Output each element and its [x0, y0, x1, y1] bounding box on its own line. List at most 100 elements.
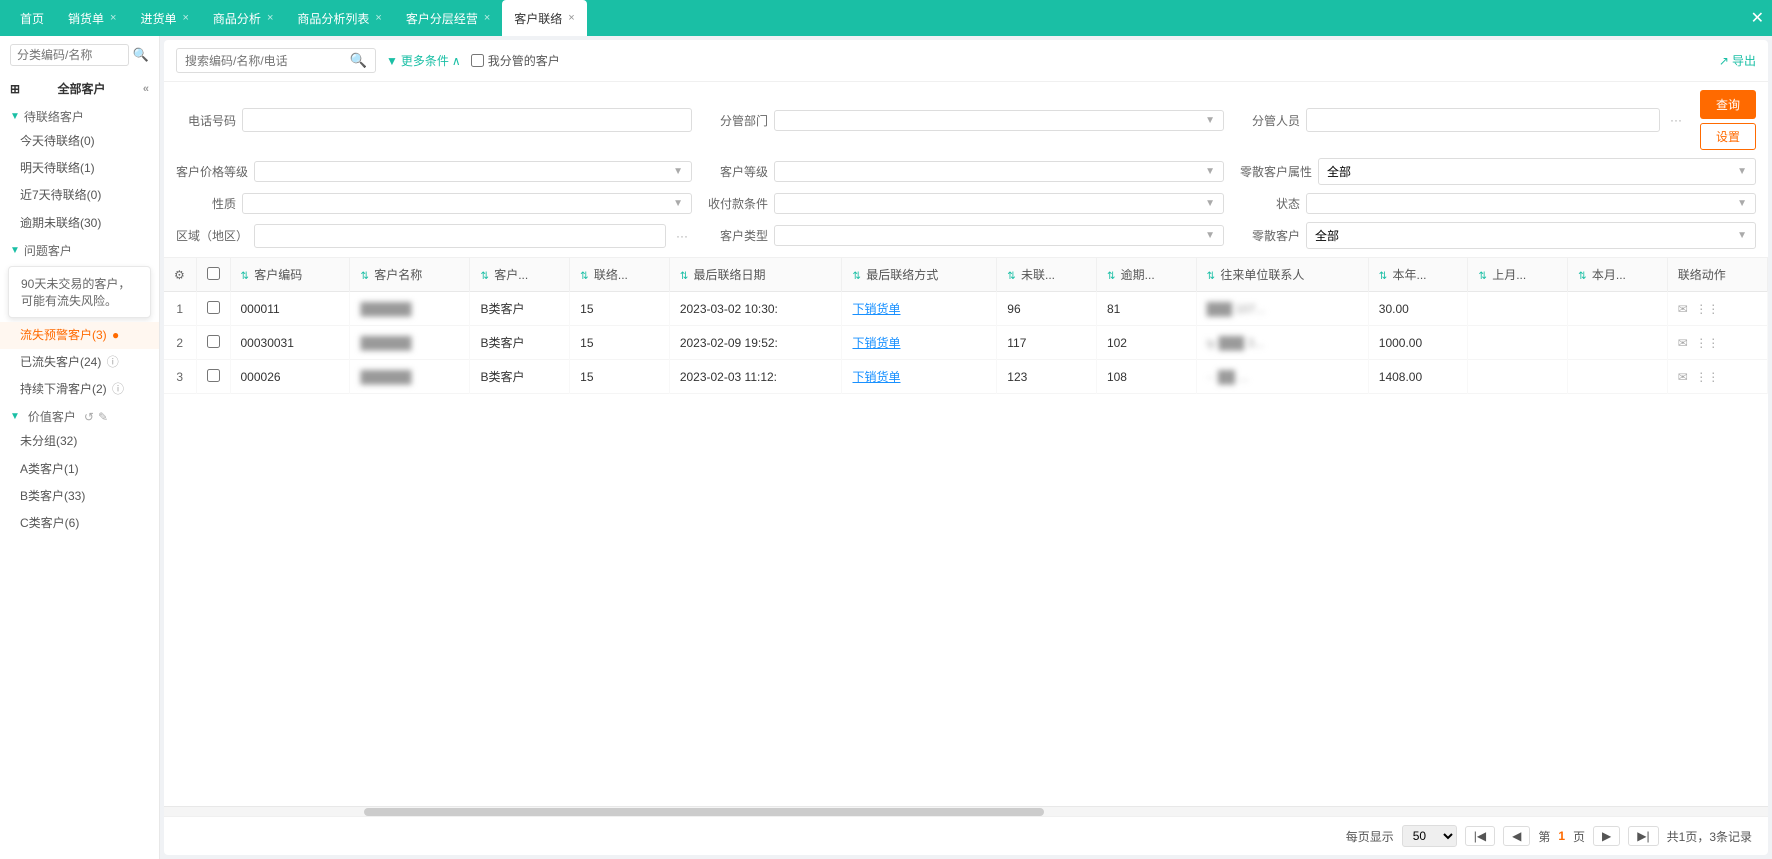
tab-product-analysis[interactable]: 商品分析 × — [201, 0, 285, 36]
sidebar-item-ungroup[interactable]: 未分组(32) — [0, 428, 159, 455]
th-last-contact-date[interactable]: ⇅ 最后联络日期 — [669, 258, 842, 292]
row-last-method[interactable]: 下销货单 — [842, 360, 997, 394]
tab-product-list-close[interactable]: × — [375, 12, 381, 24]
sidebar-item-churn-warning[interactable]: 流失预警客户(3) ● — [0, 322, 159, 349]
th-no-contact-days[interactable]: ⇅ 未联... — [997, 258, 1097, 292]
th-contact-count[interactable]: ⇅ 联络... — [570, 258, 670, 292]
sidebar-group-value[interactable]: ▼ 价值客户 ↺ ✎ — [0, 403, 159, 428]
more-actions-icon[interactable]: ⋮⋮ — [1695, 336, 1719, 350]
payment-label: 收付款条件 — [708, 195, 768, 212]
first-page-button[interactable]: |◀ — [1465, 826, 1495, 846]
customer-level-select[interactable]: ▼ — [774, 161, 1224, 182]
more-actions-icon[interactable]: ⋮⋮ — [1695, 302, 1719, 316]
more-conditions-button[interactable]: ▼ 更多条件 ∧ — [386, 52, 461, 69]
region-dots[interactable]: ··· — [672, 229, 692, 243]
th-last-contact-method[interactable]: ⇅ 最后联络方式 — [842, 258, 997, 292]
sidebar-all-customers[interactable]: ⊞ 全部客户 « — [0, 74, 159, 103]
sidebar-item-tomorrow-pending[interactable]: 明天待联络(1) — [0, 155, 159, 182]
last-method-link[interactable]: 下销货单 — [852, 370, 900, 384]
th-type[interactable]: ⇅ 客户... — [470, 258, 570, 292]
zero-attr-arrow: ▼ — [1737, 166, 1747, 177]
tab-customer-contact-close[interactable]: × — [568, 12, 574, 24]
select-all-checkbox[interactable] — [207, 267, 220, 280]
sidebar-item-churned[interactable]: 已流失客户(24) ⓘ — [0, 349, 159, 376]
zero-attr-select[interactable]: 全部 ▼ — [1318, 158, 1756, 185]
prev-page-button[interactable]: ◀ — [1503, 826, 1530, 846]
filter-row-nature: 性质 ▼ — [176, 193, 692, 214]
price-level-select[interactable]: ▼ — [254, 161, 692, 182]
th-last-month[interactable]: ⇅ 上月... — [1468, 258, 1568, 292]
export-button[interactable]: ↗ 导出 — [1719, 52, 1756, 69]
sidebar-group-pending[interactable]: ▼ 待联络客户 — [0, 103, 159, 128]
contact-icon[interactable]: ✉ — [1678, 336, 1688, 350]
tab-customer-tier-close[interactable]: × — [484, 12, 490, 24]
sidebar-item-overdue-pending[interactable]: 逾期未联络(30) — [0, 210, 159, 237]
more-actions-icon[interactable]: ⋮⋮ — [1695, 370, 1719, 384]
row-code: 00030031 — [230, 326, 350, 360]
th-contact-person[interactable]: ⇅ 往来单位联系人 — [1196, 258, 1368, 292]
contact-icon[interactable]: ✉ — [1678, 302, 1688, 316]
refresh-icon[interactable]: ↺ — [84, 410, 94, 424]
th-code[interactable]: ⇅ 客户编码 — [230, 258, 350, 292]
manager-dots[interactable]: ··· — [1666, 113, 1686, 127]
th-name[interactable]: ⇅ 客户名称 — [350, 258, 470, 292]
customer-level-label: 客户等级 — [708, 163, 768, 180]
dept-select[interactable]: ▼ — [774, 110, 1224, 131]
tab-sales[interactable]: 销货单 × — [56, 0, 128, 36]
status-select[interactable]: ▼ — [1306, 193, 1756, 214]
sidebar-item-declining[interactable]: 持续下滑客户(2) ⓘ — [0, 376, 159, 403]
sidebar-item-week-pending[interactable]: 近7天待联络(0) — [0, 182, 159, 209]
sidebar-group-problem[interactable]: ▼ 问题客户 — [0, 237, 159, 262]
sidebar-search-input[interactable] — [10, 44, 129, 66]
row-select-checkbox[interactable] — [207, 335, 220, 348]
row-last-method[interactable]: 下销货单 — [842, 292, 997, 326]
last-page-button[interactable]: ▶| — [1628, 826, 1658, 846]
last-method-link[interactable]: 下销货单 — [852, 302, 900, 316]
th-settings[interactable]: ⚙ — [164, 258, 196, 292]
payment-select[interactable]: ▼ — [774, 193, 1224, 214]
tab-purchase-close[interactable]: × — [182, 12, 188, 24]
contact-icon[interactable]: ✉ — [1678, 370, 1688, 384]
row-select-checkbox[interactable] — [207, 301, 220, 314]
row-overdue: 102 — [1096, 326, 1196, 360]
next-page-button[interactable]: ▶ — [1593, 826, 1620, 846]
manager-input[interactable] — [1306, 108, 1660, 132]
th-this-month[interactable]: ⇅ 本月... — [1568, 258, 1668, 292]
settings-icon[interactable]: ⚙ — [174, 268, 185, 282]
th-overdue-days[interactable]: ⇅ 逾期... — [1096, 258, 1196, 292]
tab-home[interactable]: 首页 — [8, 0, 56, 36]
settings-button[interactable]: 设置 — [1700, 123, 1756, 150]
tab-customer-tier[interactable]: 客户分层经营 × — [394, 0, 502, 36]
customer-type-select[interactable]: ▼ — [774, 225, 1224, 246]
search-input[interactable] — [185, 54, 346, 68]
th-overdue-label: 逾期... — [1121, 268, 1155, 282]
tab-product-list[interactable]: 商品分析列表 × — [285, 0, 393, 36]
last-method-link[interactable]: 下销货单 — [852, 336, 900, 350]
my-customers-checkbox[interactable] — [471, 54, 484, 67]
sidebar-item-a-class[interactable]: A类客户(1) — [0, 456, 159, 483]
sort-icon-overdue: ⇅ — [1107, 271, 1115, 282]
sidebar-item-b-class[interactable]: B类客户(33) — [0, 483, 159, 510]
row-select-checkbox[interactable] — [207, 369, 220, 382]
horizontal-scrollbar[interactable] — [164, 806, 1768, 816]
phone-input[interactable] — [242, 108, 692, 132]
row-last-method[interactable]: 下销货单 — [842, 326, 997, 360]
ungroup-label: 未分组(32) — [20, 434, 77, 448]
query-button[interactable]: 查询 — [1700, 90, 1756, 119]
region-input[interactable] — [254, 224, 666, 248]
tab-purchase[interactable]: 进货单 × — [128, 0, 200, 36]
zero-customer-select[interactable]: 全部 ▼ — [1306, 222, 1756, 249]
tab-sales-close[interactable]: × — [110, 12, 116, 24]
sidebar-item-today-pending[interactable]: 今天待联络(0) — [0, 128, 159, 155]
window-close-button[interactable]: ✕ — [1751, 8, 1764, 28]
per-page-select[interactable]: 50 20 100 — [1402, 825, 1457, 847]
zero-customer-arrow: ▼ — [1737, 230, 1747, 241]
scrollbar-thumb[interactable] — [364, 808, 1044, 816]
nature-select[interactable]: ▼ — [242, 193, 692, 214]
tab-product-analysis-close[interactable]: × — [267, 12, 273, 24]
th-this-year[interactable]: ⇅ 本年... — [1368, 258, 1468, 292]
sidebar-item-c-class[interactable]: C类客户(6) — [0, 510, 159, 537]
edit-icon[interactable]: ✎ — [98, 410, 108, 424]
phone-label: 电话号码 — [176, 112, 236, 129]
tab-customer-contact[interactable]: 客户联络 × — [502, 0, 586, 36]
